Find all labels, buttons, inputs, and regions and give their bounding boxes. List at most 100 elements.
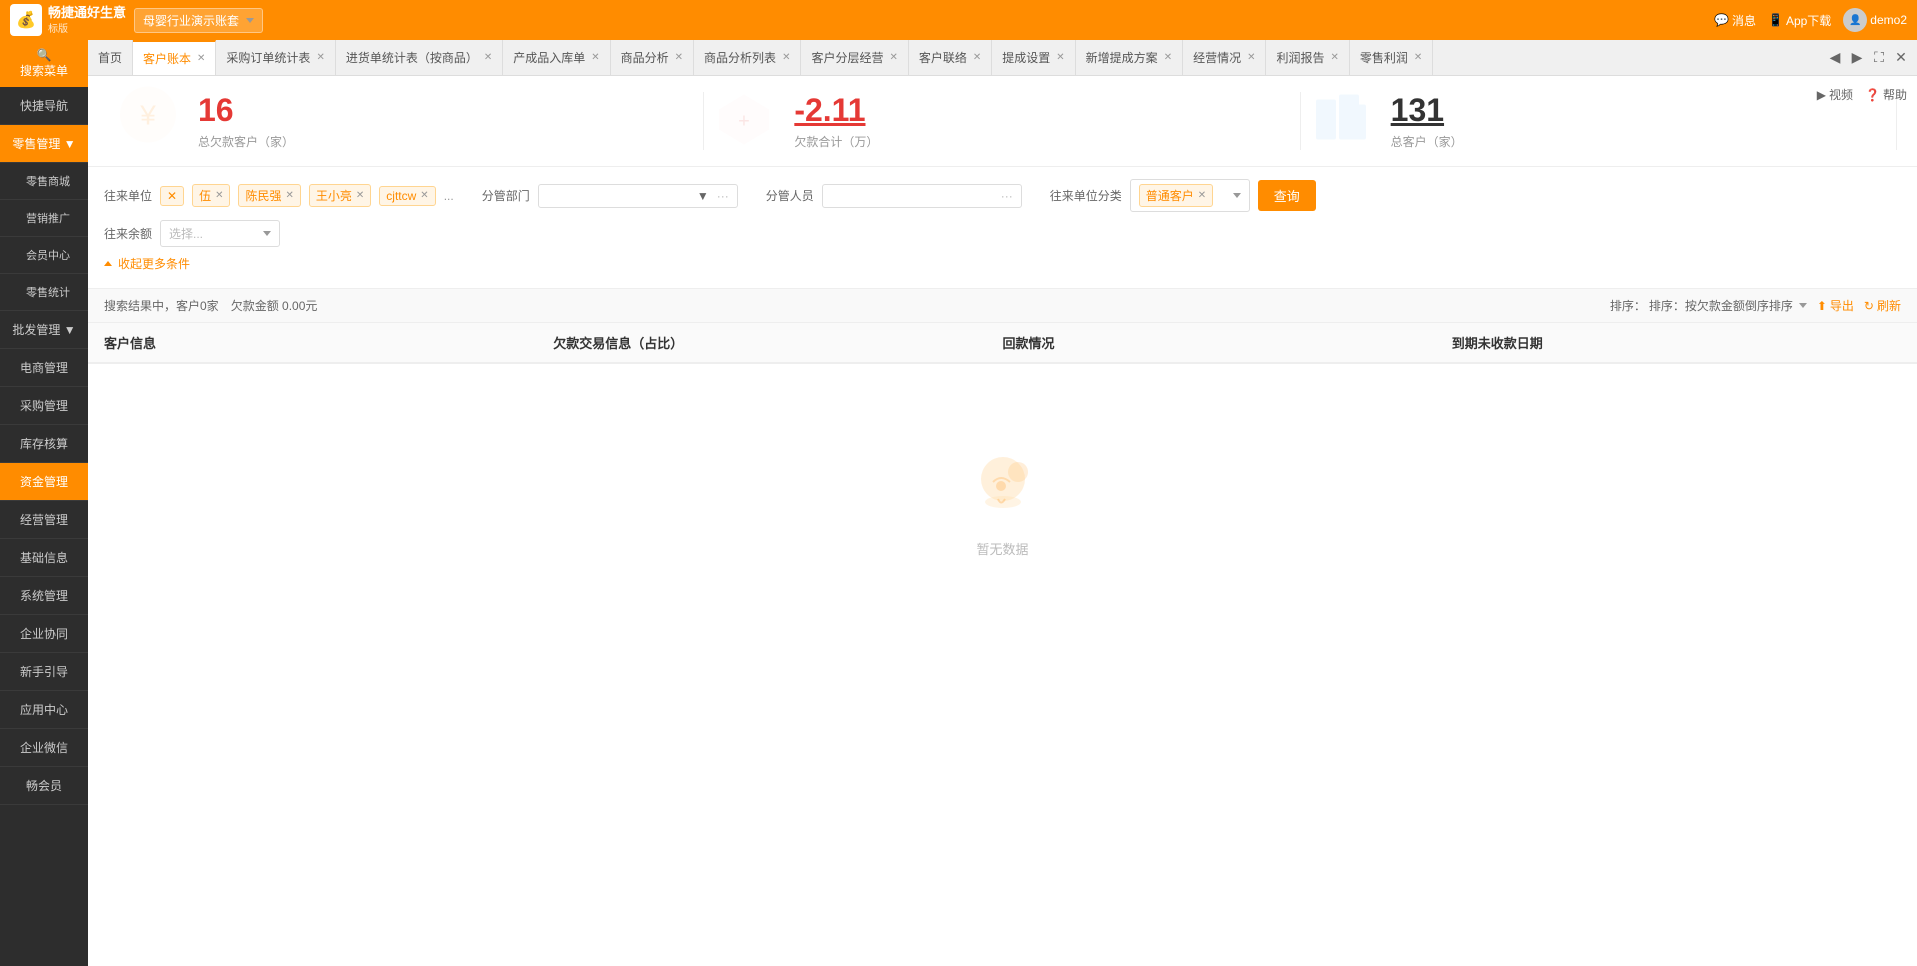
sidebar-item-marketing[interactable]: 营销推广 xyxy=(0,200,88,237)
results-actions: 排序： 排序：按欠款金额倒序排序 ⬆ 导出 ↻ 刷新 xyxy=(1610,297,1901,314)
stat1-bg-icon: ¥ xyxy=(118,85,178,145)
filter-tag-chen-remove[interactable]: ✕ xyxy=(286,190,294,201)
sidebar-item-retail-store[interactable]: 零售商城 xyxy=(0,163,88,200)
tab-operations-close[interactable]: ✕ xyxy=(1247,52,1255,63)
tab-customer-contact-close[interactable]: ✕ xyxy=(973,52,981,63)
main-layout: 🔍 搜索菜单 快捷导航 零售管理 ▼ 零售商城 营销推广 会员中心 零售统计 xyxy=(0,40,1917,966)
tab-product-inbound-close[interactable]: ✕ xyxy=(591,52,599,63)
tab-retail-profit[interactable]: 零售利润 ✕ xyxy=(1350,40,1433,75)
collapse-area: 收起更多条件 xyxy=(104,255,1901,272)
sidebar-item-app-center[interactable]: 应用中心 xyxy=(0,691,88,729)
tab-promotion-settings[interactable]: 提成设置 ✕ xyxy=(992,40,1075,75)
account-selector[interactable]: 母婴行业演示账套 xyxy=(134,8,263,33)
tab-product-analysis-list[interactable]: 商品分析列表 ✕ xyxy=(694,40,801,75)
tab-product-analysis-list-close[interactable]: ✕ xyxy=(782,52,790,63)
tab-customer-account-close[interactable]: ✕ xyxy=(197,53,205,64)
tab-customer-contact[interactable]: 客户联络 ✕ xyxy=(909,40,992,75)
retail-store-label: 零售商城 xyxy=(26,176,70,188)
logo-text: 畅捷通好生意 xyxy=(48,5,126,21)
balance-filter-select[interactable]: 选择... xyxy=(160,220,280,247)
sidebar-item-purchase[interactable]: 采购管理 xyxy=(0,387,88,425)
refresh-btn[interactable]: ↻ 刷新 xyxy=(1864,297,1901,314)
tab-purchase-order-close[interactable]: ✕ xyxy=(316,52,324,63)
sidebar-item-search[interactable]: 🔍 搜索菜单 xyxy=(0,40,88,87)
empty-icon xyxy=(963,444,1043,527)
top-bar-left: 💰 畅捷通好生意 标版 母婴行业演示账套 xyxy=(10,4,263,36)
tab-product-analysis[interactable]: 商品分析 ✕ xyxy=(611,40,694,75)
tab-customer-account[interactable]: 客户账本 ✕ xyxy=(133,40,216,75)
sidebar-item-finance[interactable]: 资金管理 xyxy=(0,463,88,501)
tab-operations[interactable]: 经营情况 ✕ xyxy=(1183,40,1266,75)
normal-customer-remove[interactable]: ✕ xyxy=(1198,190,1206,201)
tab-product-analysis-label: 商品分析 xyxy=(621,49,669,66)
tab-close-all-btn[interactable]: ✕ xyxy=(1891,48,1911,68)
filter-tag-cjttcw-remove[interactable]: ✕ xyxy=(420,190,428,201)
tab-incoming-stats-close[interactable]: ✕ xyxy=(484,52,492,63)
sidebar-item-quick-nav[interactable]: 快捷导航 xyxy=(0,87,88,125)
unit-class-chevron xyxy=(1233,193,1241,198)
tab-new-promotion-label: 新增提成方案 xyxy=(1086,49,1158,66)
filter-more-btn[interactable]: ... xyxy=(444,189,454,203)
help-btn[interactable]: ❓ 帮助 xyxy=(1865,86,1907,103)
sidebar-search-label: 搜索菜单 xyxy=(8,62,80,79)
tab-promotion-settings-close[interactable]: ✕ xyxy=(1056,52,1064,63)
stat3-label: 总客户（家） xyxy=(1391,133,1463,150)
person-clear-icon[interactable]: ··· xyxy=(1001,189,1013,203)
filter-tag-x[interactable]: ✕ xyxy=(167,189,177,203)
filter-tag-wang-remove[interactable]: ✕ xyxy=(356,190,364,201)
tab-product-analysis-close[interactable]: ✕ xyxy=(675,52,683,63)
tab-profit-report-close[interactable]: ✕ xyxy=(1331,52,1339,63)
export-btn[interactable]: ⬆ 导出 xyxy=(1817,297,1854,314)
user-profile[interactable]: 👤 demo2 xyxy=(1843,8,1907,32)
message-btn[interactable]: 💬 消息 xyxy=(1714,12,1756,29)
tab-next-btn[interactable]: ▶ xyxy=(1847,48,1867,68)
sort-dropdown[interactable]: 排序： 排序：按欠款金额倒序排序 xyxy=(1610,297,1807,314)
dept-filter-select[interactable]: ▼ ··· xyxy=(538,184,738,208)
tab-prev-btn[interactable]: ◀ xyxy=(1825,48,1845,68)
dept-clear-icon[interactable]: ··· xyxy=(717,189,729,203)
tab-new-promotion-close[interactable]: ✕ xyxy=(1164,52,1172,63)
vip-label: 畅会员 xyxy=(26,779,62,793)
stat-total-debt-amount: + -2.11 欠款合计（万） xyxy=(704,92,1300,150)
tab-profit-report[interactable]: 利润报告 ✕ xyxy=(1266,40,1349,75)
chevron-up-icon xyxy=(104,261,112,266)
filter-tag-wu-remove[interactable]: ✕ xyxy=(215,190,223,201)
logo-subtitle: 标版 xyxy=(48,20,126,35)
stat3-bg-icon xyxy=(1311,90,1371,150)
sidebar-item-enterprise[interactable]: 企业协同 xyxy=(0,615,88,653)
sidebar-item-operations[interactable]: 经营管理 xyxy=(0,501,88,539)
tab-new-promotion[interactable]: 新增提成方案 ✕ xyxy=(1076,40,1183,75)
app-download-btn[interactable]: 📱 App下载 xyxy=(1768,12,1831,29)
query-button[interactable]: 查询 xyxy=(1258,180,1316,211)
sidebar-item-inventory[interactable]: 库存核算 xyxy=(0,425,88,463)
sidebar-item-system[interactable]: 系统管理 xyxy=(0,577,88,615)
tab-customer-tier[interactable]: 客户分层经营 ✕ xyxy=(801,40,908,75)
sidebar-item-wholesale[interactable]: 批发管理 ▼ xyxy=(0,311,88,349)
tab-incoming-stats[interactable]: 进货单统计表（按商品） ✕ xyxy=(336,40,503,75)
sidebar-item-vip[interactable]: 畅会员 xyxy=(0,767,88,805)
balance-placeholder: 选择... xyxy=(169,225,203,242)
unit-class-filter-select[interactable]: 普通客户 ✕ xyxy=(1130,179,1250,212)
sidebar-item-retail[interactable]: 零售管理 ▼ xyxy=(0,125,88,163)
stat3-value: 131 xyxy=(1391,92,1444,129)
tab-customer-tier-close[interactable]: ✕ xyxy=(889,52,897,63)
tab-maximize-btn[interactable]: ⛶ xyxy=(1869,48,1889,68)
sidebar-item-new-guide[interactable]: 新手引导 xyxy=(0,653,88,691)
sidebar-item-ecommerce[interactable]: 电商管理 xyxy=(0,349,88,387)
tab-purchase-order-label: 采购订单统计表 xyxy=(226,49,310,66)
tab-purchase-order[interactable]: 采购订单统计表 ✕ xyxy=(216,40,335,75)
person-filter-select[interactable]: ··· xyxy=(822,184,1022,208)
sidebar-item-member[interactable]: 会员中心 xyxy=(0,237,88,274)
tab-product-inbound[interactable]: 产成品入库单 ✕ xyxy=(503,40,610,75)
sidebar-item-wechat[interactable]: 企业微信 xyxy=(0,729,88,767)
sidebar-item-basic-info[interactable]: 基础信息 xyxy=(0,539,88,577)
collapse-btn[interactable]: 收起更多条件 xyxy=(104,255,1901,272)
video-btn[interactable]: ▶ 视频 xyxy=(1817,86,1853,103)
tab-retail-profit-close[interactable]: ✕ xyxy=(1414,52,1422,63)
sidebar-item-retail-stats[interactable]: 零售统计 xyxy=(0,274,88,311)
export-label: 导出 xyxy=(1830,297,1854,314)
chevron-down-icon xyxy=(246,18,254,23)
system-label: 系统管理 xyxy=(20,589,68,603)
basic-info-label: 基础信息 xyxy=(20,551,68,565)
tab-home[interactable]: 首页 xyxy=(88,40,133,75)
